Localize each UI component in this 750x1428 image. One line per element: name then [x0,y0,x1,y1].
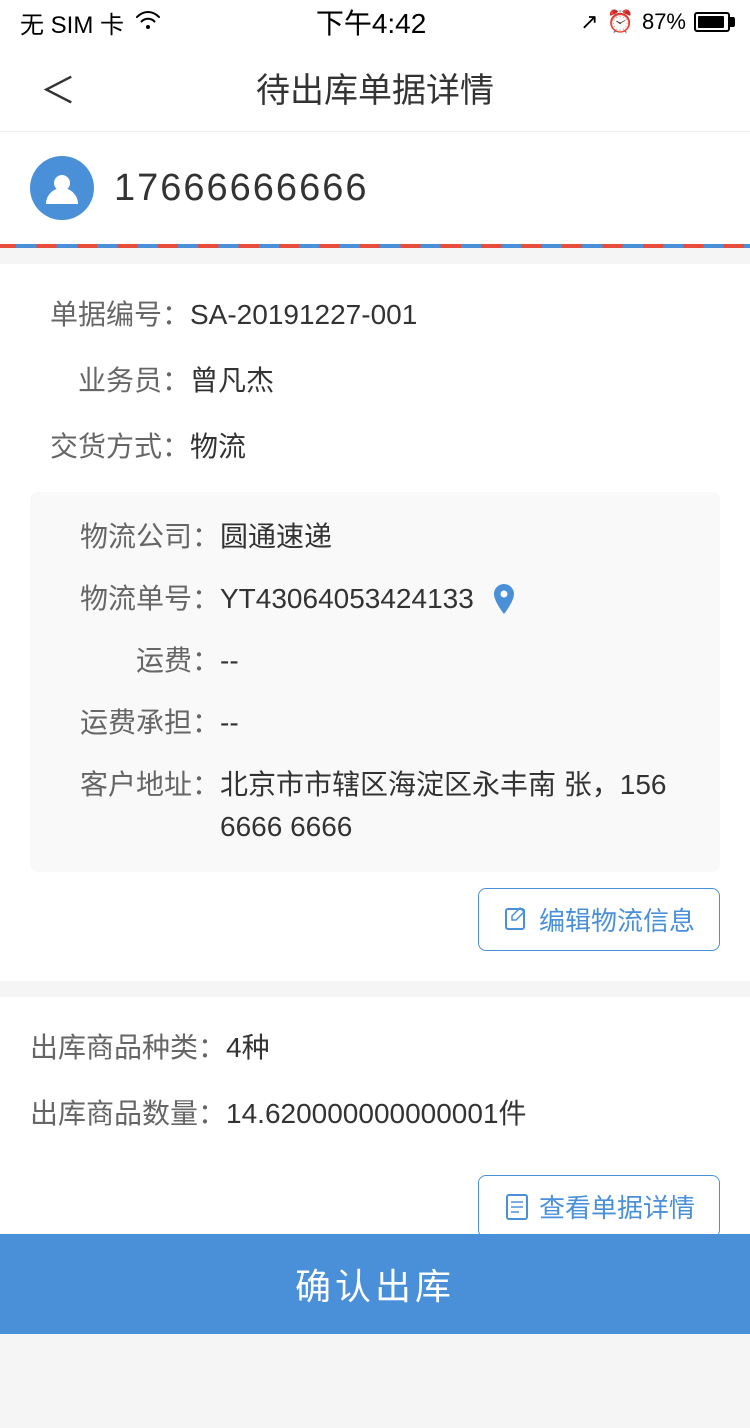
location-service-icon: ↗ [580,9,598,35]
goods-quantity-value: 14.620000000000001件 [226,1093,720,1135]
battery-label: 87% [642,9,686,35]
goods-type-label: 出库商品种类： [30,1027,226,1069]
goods-section: 出库商品种类： 4种 出库商品数量： 14.620000000000001件 查… [0,997,750,1268]
view-detail-button[interactable]: 查看单据详情 [478,1175,720,1238]
logistics-company-row: 物流公司： 圆通速递 [60,516,690,558]
address-row: 客户地址： 北京市市辖区海淀区永丰南 张，156 6666 6666 [60,764,690,848]
edit-logistics-label: 编辑物流信息 [539,901,695,938]
logistics-company-value: 圆通速递 [220,516,690,558]
edit-logistics-button[interactable]: 编辑物流信息 [478,888,720,951]
order-info-section: 单据编号： SA-20191227-001 业务员： 曾凡杰 交货方式： 物流 … [0,264,750,981]
delivery-method-row: 交货方式： 物流 [30,426,720,468]
confirm-area[interactable]: 确认出库 [0,1234,750,1334]
freight-label: 运费： [60,640,220,682]
customer-phone: 17666666666 [114,167,368,210]
goods-type-row: 出库商品种类： 4种 [30,1027,720,1069]
status-time: 下午4:42 [316,2,427,42]
delivery-method-label: 交货方式： [30,426,190,468]
delivery-method-value: 物流 [190,426,720,468]
tracking-no-row: 物流单号： YT43064053424133 [60,578,690,620]
carrier-label: 无 SIM 卡 [20,5,124,40]
freight-row: 运费： -- [60,640,690,682]
freight-bearer-value: -- [220,702,690,744]
document-no-row: 单据编号： SA-20191227-001 [30,294,720,336]
alarm-icon: ⏰ [607,9,634,35]
document-no-value: SA-20191227-001 [190,294,720,336]
sales-person-label: 业务员： [30,360,190,402]
wifi-icon [134,9,162,35]
view-detail-label: 查看单据详情 [539,1188,695,1225]
edit-icon [503,906,531,934]
avatar [30,156,94,220]
status-bar: 无 SIM 卡 下午4:42 ↗ ⏰ 87% [0,0,750,44]
customer-header: 17666666666 [0,132,750,248]
location-icon[interactable] [486,581,522,617]
sales-person-row: 业务员： 曾凡杰 [30,360,720,402]
goods-quantity-row: 出库商品数量： 14.620000000000001件 [30,1093,720,1135]
freight-bearer-row: 运费承担： -- [60,702,690,744]
page-title: 待出库单据详情 [256,63,494,112]
goods-quantity-label: 出库商品数量： [30,1093,226,1135]
tracking-no-label: 物流单号： [60,578,220,620]
user-icon [42,168,82,208]
document-no-label: 单据编号： [30,294,190,336]
address-value: 北京市市辖区海淀区永丰南 张，156 6666 6666 [220,764,690,848]
goods-type-value: 4种 [226,1027,720,1069]
battery-icon [694,12,730,32]
sales-person-value: 曾凡杰 [190,360,720,402]
logistics-card: 物流公司： 圆通速递 物流单号： YT43064053424133 运费： --… [30,492,720,872]
tracking-no-value: YT43064053424133 [220,578,690,620]
status-left: 无 SIM 卡 [20,5,162,40]
confirm-button-label: 确认出库 [295,1258,455,1310]
edit-button-row: 编辑物流信息 [30,872,720,951]
detail-button-row: 查看单据详情 [30,1159,720,1238]
document-icon [503,1193,531,1221]
nav-bar: ＜ 待出库单据详情 [0,44,750,132]
status-right: ↗ ⏰ 87% [580,9,730,35]
address-label: 客户地址： [60,764,220,806]
logistics-company-label: 物流公司： [60,516,220,558]
back-button[interactable]: ＜ [30,52,86,124]
freight-bearer-label: 运费承担： [60,702,220,744]
freight-value: -- [220,640,690,682]
